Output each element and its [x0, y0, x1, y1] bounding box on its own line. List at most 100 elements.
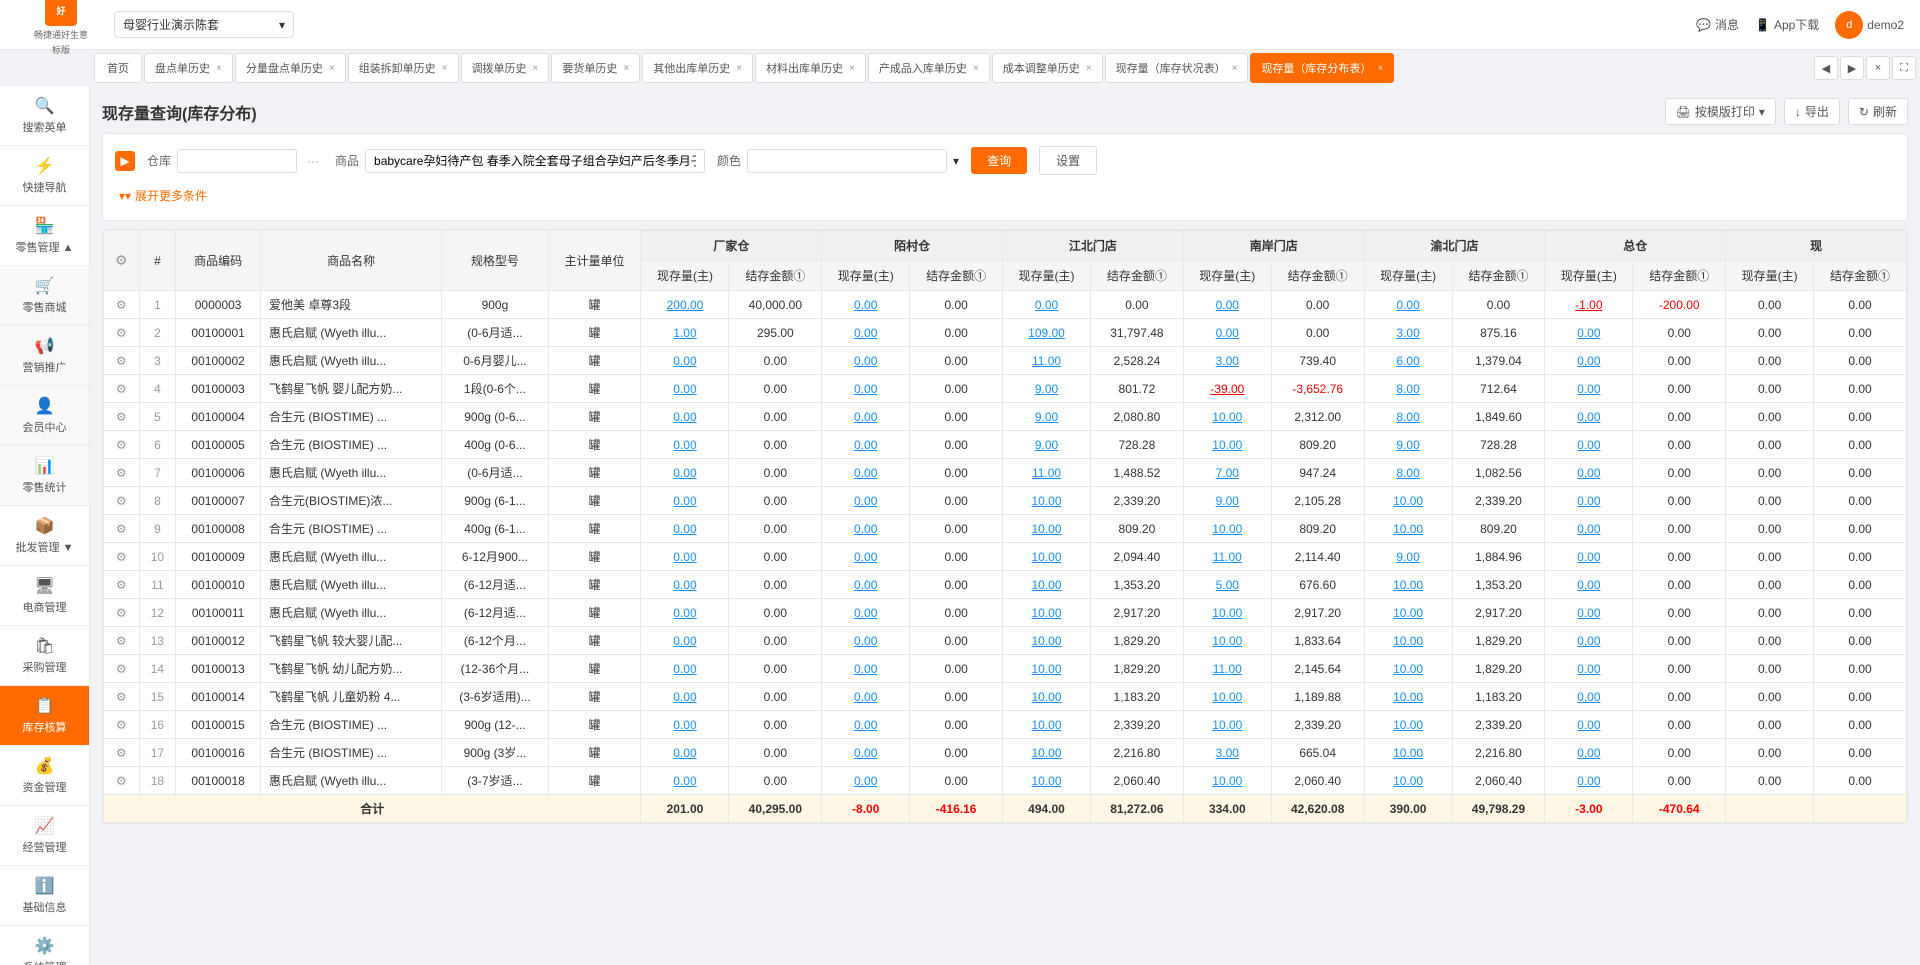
sidebar-item-nav[interactable]: ⚡ 快捷导航 [0, 146, 89, 206]
row-mucun-qty[interactable]: 0.00 [822, 319, 910, 347]
row-zongcang-qty[interactable]: 0.00 [1545, 599, 1633, 627]
tab-close-icon[interactable]: × [1086, 63, 1092, 74]
row-yubei-qty[interactable]: 3.00 [1364, 319, 1452, 347]
row-nanan-qty[interactable]: -39.00 [1183, 375, 1271, 403]
refresh-btn[interactable]: ↻ 刷新 [1848, 98, 1908, 125]
row-yubei-qty[interactable]: 10.00 [1364, 767, 1452, 795]
row-nanan-qty[interactable]: 5.00 [1183, 571, 1271, 599]
row-zongcang-qty[interactable]: 0.00 [1545, 375, 1633, 403]
goods-input[interactable] [365, 149, 705, 173]
tab-close-icon[interactable]: × [623, 63, 629, 74]
row-yubei-qty[interactable]: 10.00 [1364, 487, 1452, 515]
row-mucun-qty[interactable]: 0.00 [822, 683, 910, 711]
row-jiangbei-qty[interactable]: 11.00 [1003, 347, 1091, 375]
row-nanan-qty[interactable]: 10.00 [1183, 599, 1271, 627]
row-zongcang-qty[interactable]: 0.00 [1545, 683, 1633, 711]
row-changjia-qty[interactable]: 0.00 [641, 403, 729, 431]
col-settings[interactable]: ⚙ [104, 231, 140, 291]
warehouse-dots-btn[interactable]: ··· [303, 154, 323, 168]
row-yubei-qty[interactable]: 8.00 [1364, 375, 1452, 403]
tab-fenliang[interactable]: 分量盘点单历史 × [235, 53, 346, 83]
row-settings[interactable]: ⚙ [104, 683, 140, 711]
sidebar-item-mall[interactable]: 🛒 零售商城 [0, 266, 89, 326]
row-changjia-qty[interactable]: 0.00 [641, 711, 729, 739]
tab-xiancun2[interactable]: 现存量（库存分布表）× [1250, 53, 1394, 83]
tab-next-btn[interactable]: ▶ [1840, 56, 1864, 80]
row-yubei-qty[interactable]: 10.00 [1364, 599, 1452, 627]
expand-conditions-btn[interactable]: ▾▾ 展开更多条件 [115, 183, 211, 208]
sidebar-item-wholesale[interactable]: 📦 批发管理 ▼ [0, 506, 89, 566]
row-mucun-qty[interactable]: 0.00 [822, 459, 910, 487]
row-mucun-qty[interactable]: 0.00 [822, 375, 910, 403]
user-area[interactable]: d demo2 [1835, 11, 1904, 39]
row-mucun-qty[interactable]: 0.00 [822, 571, 910, 599]
sidebar-item-basic[interactable]: ℹ️ 基础信息 [0, 866, 89, 926]
row-mucun-qty[interactable]: 0.00 [822, 739, 910, 767]
row-changjia-qty[interactable]: 0.00 [641, 487, 729, 515]
row-changjia-qty[interactable]: 0.00 [641, 655, 729, 683]
row-yubei-qty[interactable]: 10.00 [1364, 655, 1452, 683]
row-zongcang-qty[interactable]: -1.00 [1545, 291, 1633, 319]
tab-close-icon[interactable]: × [849, 63, 855, 74]
row-jiangbei-qty[interactable]: 10.00 [1003, 655, 1091, 683]
row-jiangbei-qty[interactable]: 109.00 [1003, 319, 1091, 347]
row-changjia-qty[interactable]: 0.00 [641, 459, 729, 487]
row-settings[interactable]: ⚙ [104, 599, 140, 627]
warehouse-input[interactable] [177, 149, 297, 173]
tab-home[interactable]: 首页 [94, 53, 142, 83]
row-nanan-qty[interactable]: 3.00 [1183, 739, 1271, 767]
row-zongcang-qty[interactable]: 0.00 [1545, 571, 1633, 599]
row-mucun-qty[interactable]: 0.00 [822, 515, 910, 543]
row-jiangbei-qty[interactable]: 11.00 [1003, 459, 1091, 487]
row-jiangbei-qty[interactable]: 9.00 [1003, 403, 1091, 431]
row-settings[interactable]: ⚙ [104, 627, 140, 655]
row-mucun-qty[interactable]: 0.00 [822, 627, 910, 655]
row-nanan-qty[interactable]: 3.00 [1183, 347, 1271, 375]
export-btn[interactable]: ↓ 导出 [1784, 98, 1840, 125]
tab-chengben[interactable]: 成本调整单历史 × [992, 53, 1103, 83]
row-jiangbei-qty[interactable]: 10.00 [1003, 683, 1091, 711]
row-jiangbei-qty[interactable]: 10.00 [1003, 487, 1091, 515]
row-zongcang-qty[interactable]: 0.00 [1545, 487, 1633, 515]
row-changjia-qty[interactable]: 200.00 [641, 291, 729, 319]
row-zongcang-qty[interactable]: 0.00 [1545, 431, 1633, 459]
row-changjia-qty[interactable]: 0.00 [641, 347, 729, 375]
row-zongcang-qty[interactable]: 0.00 [1545, 347, 1633, 375]
message-btn[interactable]: 💬 消息 [1696, 16, 1739, 33]
row-settings[interactable]: ⚙ [104, 487, 140, 515]
row-settings[interactable]: ⚙ [104, 515, 140, 543]
tab-xiancun1[interactable]: 现存量（库存状况表）× [1105, 53, 1249, 83]
row-mucun-qty[interactable]: 0.00 [822, 655, 910, 683]
row-yubei-qty[interactable]: 10.00 [1364, 711, 1452, 739]
row-mucun-qty[interactable]: 0.00 [822, 599, 910, 627]
row-nanan-qty[interactable]: 10.00 [1183, 627, 1271, 655]
settings-btn[interactable]: 设置 [1039, 146, 1097, 175]
row-nanan-qty[interactable]: 10.00 [1183, 431, 1271, 459]
row-jiangbei-qty[interactable]: 9.00 [1003, 431, 1091, 459]
row-yubei-qty[interactable]: 10.00 [1364, 515, 1452, 543]
row-zongcang-qty[interactable]: 0.00 [1545, 515, 1633, 543]
row-changjia-qty[interactable]: 0.00 [641, 599, 729, 627]
row-zongcang-qty[interactable]: 0.00 [1545, 543, 1633, 571]
tab-yaohuo[interactable]: 要货单历史 × [551, 53, 640, 83]
row-settings[interactable]: ⚙ [104, 571, 140, 599]
row-changjia-qty[interactable]: 0.00 [641, 767, 729, 795]
row-changjia-qty[interactable]: 1.00 [641, 319, 729, 347]
row-yubei-qty[interactable]: 9.00 [1364, 431, 1452, 459]
row-nanan-qty[interactable]: 9.00 [1183, 487, 1271, 515]
row-mucun-qty[interactable]: 0.00 [822, 711, 910, 739]
tab-qitachu[interactable]: 其他出库单历史 × [642, 53, 753, 83]
row-yubei-qty[interactable]: 10.00 [1364, 683, 1452, 711]
row-jiangbei-qty[interactable]: 10.00 [1003, 515, 1091, 543]
sidebar-item-purchase[interactable]: 🛍 采购管理 [0, 626, 89, 686]
row-mucun-qty[interactable]: 0.00 [822, 543, 910, 571]
row-settings[interactable]: ⚙ [104, 375, 140, 403]
row-settings[interactable]: ⚙ [104, 767, 140, 795]
row-mucun-qty[interactable]: 0.00 [822, 347, 910, 375]
row-mucun-qty[interactable]: 0.00 [822, 403, 910, 431]
row-mucun-qty[interactable]: 0.00 [822, 291, 910, 319]
row-settings[interactable]: ⚙ [104, 319, 140, 347]
row-mucun-qty[interactable]: 0.00 [822, 767, 910, 795]
store-selector[interactable]: 母婴行业演示陈套 ▾ [114, 11, 294, 38]
row-jiangbei-qty[interactable]: 10.00 [1003, 571, 1091, 599]
